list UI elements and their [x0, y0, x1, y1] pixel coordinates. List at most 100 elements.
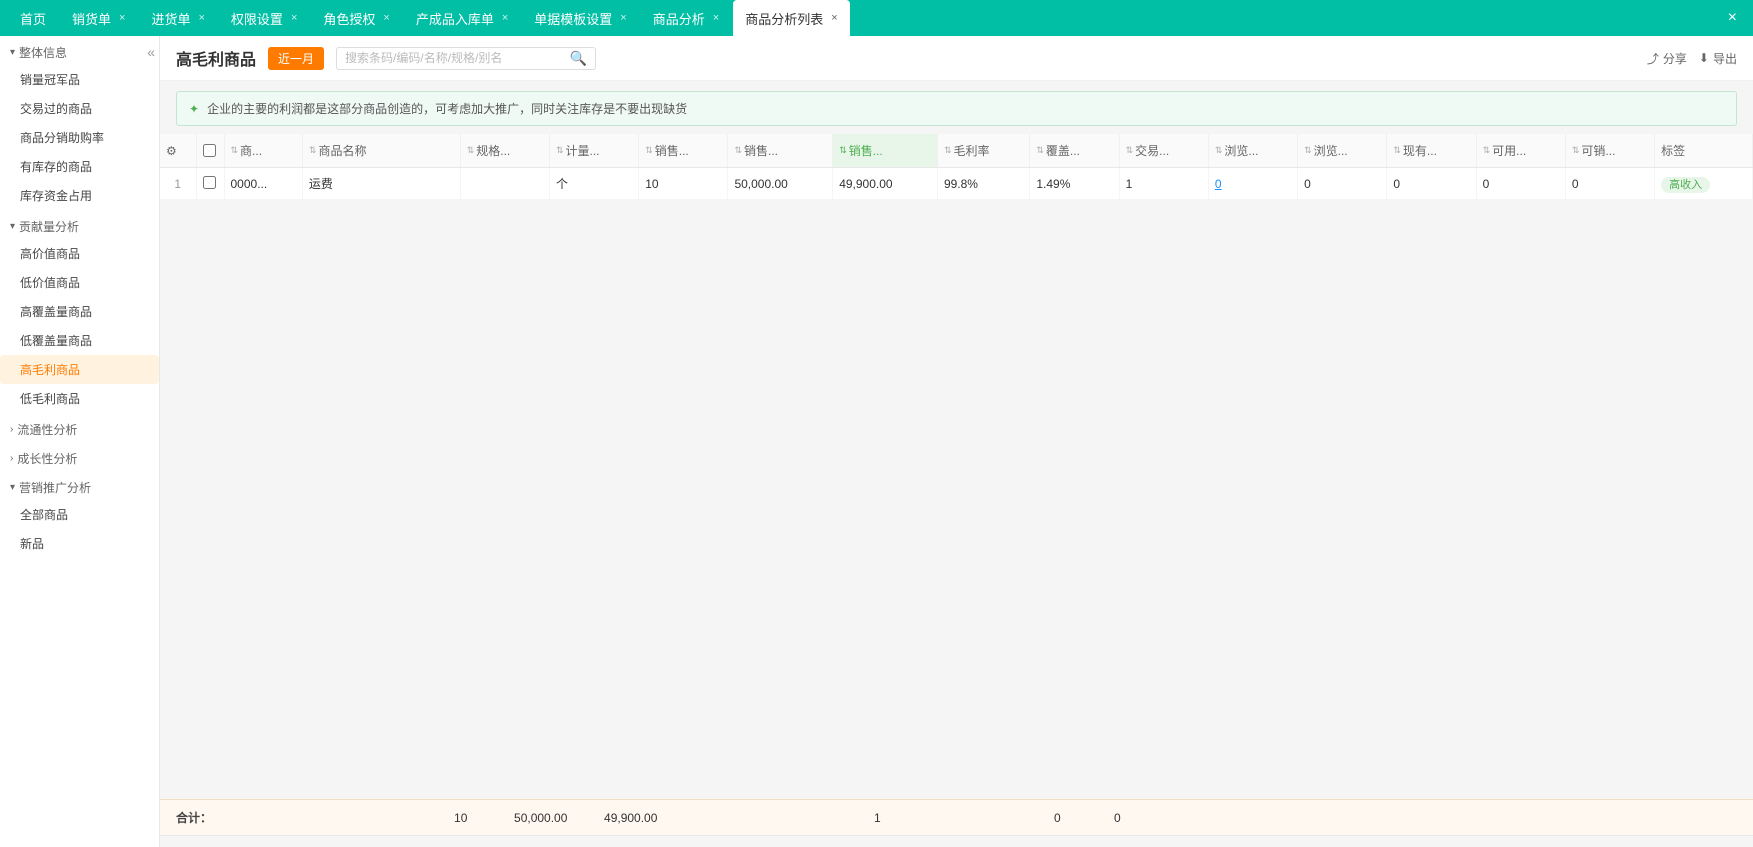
close-icon[interactable]: × [383, 12, 389, 24]
cell-sellable-stock: 0 [1565, 168, 1654, 200]
cell-checkbox[interactable] [196, 168, 224, 200]
cell-index: 1 [160, 168, 196, 200]
sidebar-group-overall[interactable]: ▾ 整体信息 [0, 36, 159, 65]
col-sales-cost-header[interactable]: ⇅销售... [833, 134, 938, 168]
sidebar-item-high-value[interactable]: 高价值商品 [0, 239, 159, 268]
nav-tab-roles[interactable]: 角色授权 × [311, 0, 401, 36]
close-icon[interactable]: × [198, 12, 204, 24]
cell-code: 0000... [224, 168, 302, 200]
chevron-down-icon: ▾ [10, 482, 15, 493]
cell-tag: 高收入 [1655, 168, 1753, 200]
window-close-button[interactable]: × [1720, 9, 1745, 27]
col-unit-header[interactable]: ⇅计量... [549, 134, 638, 168]
nav-tab-production[interactable]: 产成品入库单 × [404, 0, 520, 36]
top-navigation: 首页 销货单 × 进货单 × 权限设置 × 角色授权 × 产成品入库单 × 单据… [0, 0, 1753, 36]
col-transactions-header[interactable]: ⇅交易... [1119, 134, 1208, 168]
sidebar-item-low-coverage[interactable]: 低覆盖量商品 [0, 326, 159, 355]
col-available-stock-header[interactable]: ⇅可用... [1476, 134, 1565, 168]
cell-current-stock: 0 [1387, 168, 1476, 200]
total-label: 合计： [176, 809, 212, 826]
search-icon[interactable]: 🔍 [570, 50, 587, 67]
chevron-right-icon: › [10, 453, 13, 464]
col-views1-header[interactable]: ⇅浏览... [1208, 134, 1297, 168]
footer-sales-qty [228, 811, 448, 825]
col-gross-margin-header[interactable]: ⇅毛利率 [937, 134, 1029, 168]
filter-period-button[interactable]: 近一月 [268, 47, 324, 70]
sidebar-group-contribution[interactable]: ▾ 贡献量分析 [0, 210, 159, 239]
cell-unit: 个 [549, 168, 638, 200]
col-code-header[interactable]: ⇅商... [224, 134, 302, 168]
search-input[interactable] [345, 51, 566, 65]
nav-tab-permissions[interactable]: 权限设置 × [219, 0, 309, 36]
cell-available-stock: 0 [1476, 168, 1565, 200]
sidebar-item-traded[interactable]: 交易过的商品 [0, 94, 159, 123]
cell-sales-amount: 50,000.00 [728, 168, 833, 200]
footer-cells: 10 50,000.00 49,900.00 1 0 0 [228, 811, 1737, 825]
main-layout: « ▾ 整体信息 销量冠军品 交易过的商品 商品分销助购率 有库存的商品 库存资… [0, 36, 1753, 847]
sidebar-item-distribution-rate[interactable]: 商品分销助购率 [0, 123, 159, 152]
sidebar-item-all-products[interactable]: 全部商品 [0, 500, 159, 529]
close-icon[interactable]: × [291, 12, 297, 24]
sidebar-group-growth[interactable]: › 成长性分析 [0, 442, 159, 471]
close-icon[interactable]: × [502, 12, 508, 24]
header-actions: ⤴ 分享 ⬇ 导出 [1647, 50, 1737, 67]
nav-tab-home[interactable]: 首页 [8, 0, 58, 36]
sidebar-group-liquidity[interactable]: › 流通性分析 [0, 413, 159, 442]
col-settings[interactable]: ⚙ [160, 134, 196, 168]
col-spec-header[interactable]: ⇅规格... [460, 134, 549, 168]
info-icon: ✦ [189, 102, 199, 116]
row-checkbox[interactable] [203, 176, 216, 189]
sidebar-item-low-margin[interactable]: 低毛利商品 [0, 384, 159, 413]
col-sellable-stock-header[interactable]: ⇅可销... [1565, 134, 1654, 168]
footer-blank4 [988, 811, 1048, 825]
select-all-checkbox[interactable] [203, 144, 216, 157]
col-name-header[interactable]: ⇅商品名称 [302, 134, 460, 168]
sidebar-item-sales-champion[interactable]: 销量冠军品 [0, 65, 159, 94]
col-coverage-header[interactable]: ⇅覆盖... [1030, 134, 1119, 168]
horizontal-scrollbar[interactable] [160, 835, 1753, 847]
sidebar-item-high-coverage[interactable]: 高覆盖量商品 [0, 297, 159, 326]
table-container: ⚙ ⇅商... ⇅商品名称 ⇅规格... [160, 134, 1753, 799]
sidebar-item-high-margin[interactable]: 高毛利商品 [0, 355, 159, 384]
cell-sales-cost: 49,900.00 [833, 168, 938, 200]
close-icon[interactable]: × [119, 12, 125, 24]
nav-tab-template[interactable]: 单据模板设置 × [522, 0, 638, 36]
col-current-stock-header[interactable]: ⇅现有... [1387, 134, 1476, 168]
sidebar-group-marketing[interactable]: ▾ 营销推广分析 [0, 471, 159, 500]
col-tag-header[interactable]: 标签 [1655, 134, 1753, 168]
cell-views1[interactable]: 0 [1208, 168, 1297, 200]
footer-blank3 [928, 811, 988, 825]
sidebar-collapse-button[interactable]: « [147, 44, 155, 60]
nav-tab-analysis-list[interactable]: 商品分析列表 × [733, 0, 849, 36]
page-title: 高毛利商品 [176, 46, 256, 70]
sidebar-item-inventory-capital[interactable]: 库存资金占用 [0, 181, 159, 210]
table-row: 1 0000... 运费 个 10 50,000.00 49,900.00 99… [160, 168, 1753, 200]
col-sales-qty-header[interactable]: ⇅销售... [639, 134, 728, 168]
chevron-down-icon: ▾ [10, 221, 15, 232]
cell-coverage: 1.49% [1030, 168, 1119, 200]
col-checkbox[interactable] [196, 134, 224, 168]
nav-tab-purchase[interactable]: 进货单 × [139, 0, 216, 36]
footer-blank2 [778, 811, 868, 825]
search-input-wrap: 🔍 [336, 47, 596, 70]
content-header: 高毛利商品 近一月 🔍 ⤴ 分享 ⬇ 导出 [160, 36, 1753, 81]
tag-badge: 高收入 [1661, 177, 1710, 193]
close-icon[interactable]: × [713, 12, 719, 24]
col-views2-header[interactable]: ⇅浏览... [1298, 134, 1387, 168]
nav-tab-sales[interactable]: 销货单 × [60, 0, 137, 36]
footer-sales-qty-val: 10 [448, 811, 508, 825]
share-button[interactable]: ⤴ 分享 [1647, 50, 1687, 67]
close-icon[interactable]: × [620, 12, 626, 24]
export-button[interactable]: ⬇ 导出 [1699, 50, 1737, 67]
sidebar-item-new-products[interactable]: 新品 [0, 529, 159, 558]
footer-current-stock-val: 0 [1048, 811, 1108, 825]
footer-available-stock-val: 0 [1108, 811, 1168, 825]
close-icon[interactable]: × [831, 12, 837, 24]
col-sales-amount-header[interactable]: ⇅销售... [728, 134, 833, 168]
sidebar-item-low-value[interactable]: 低价值商品 [0, 268, 159, 297]
cell-sales-qty: 10 [639, 168, 728, 200]
cell-gross-margin: 99.8% [937, 168, 1029, 200]
sidebar-item-in-stock[interactable]: 有库存的商品 [0, 152, 159, 181]
nav-tab-analysis[interactable]: 商品分析 × [641, 0, 731, 36]
sidebar: « ▾ 整体信息 销量冠军品 交易过的商品 商品分销助购率 有库存的商品 库存资… [0, 36, 160, 847]
